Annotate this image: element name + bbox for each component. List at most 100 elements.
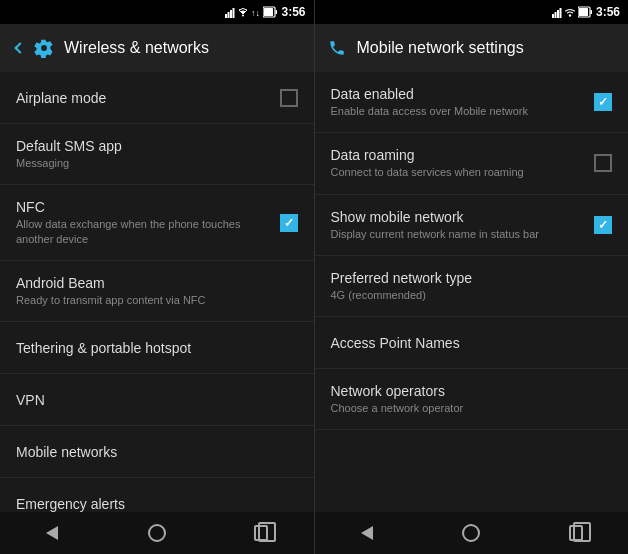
airplane-mode-checkbox[interactable] — [280, 89, 298, 107]
setting-title: Tethering & portable hotspot — [16, 340, 298, 356]
setting-title: Data roaming — [331, 147, 587, 163]
setting-title: Mobile networks — [16, 444, 298, 460]
left-status-bar: ↑↓ 3:56 — [0, 0, 314, 24]
list-item[interactable]: Network operators Choose a network opera… — [315, 369, 629, 430]
svg-rect-8 — [264, 8, 273, 16]
left-header-title: Wireless & networks — [64, 39, 209, 57]
setting-content: Tethering & portable hotspot — [16, 340, 298, 356]
list-item[interactable]: Android Beam Ready to transmit app conte… — [0, 261, 314, 322]
back-button[interactable] — [32, 518, 72, 548]
setting-subtitle: Connect to data services when roaming — [331, 165, 587, 179]
right-nav-bar — [315, 512, 629, 554]
list-item[interactable]: Emergency alerts — [0, 478, 314, 512]
svg-rect-9 — [552, 14, 554, 18]
right-status-bar: 3:56 — [315, 0, 629, 24]
left-panel: ↑↓ 3:56 Wireless & networks Airplane mod… — [0, 0, 314, 554]
svg-rect-10 — [554, 12, 556, 18]
list-item[interactable]: Preferred network type 4G (recommended) — [315, 256, 629, 317]
svg-rect-12 — [559, 8, 561, 18]
list-item[interactable]: Default SMS app Messaging — [0, 124, 314, 185]
setting-content: Show mobile network Display current netw… — [331, 209, 587, 241]
left-nav-bar — [0, 512, 314, 554]
left-header: Wireless & networks — [0, 24, 314, 72]
data-icon: ↑↓ — [251, 6, 261, 18]
battery-icon — [263, 6, 277, 18]
home-circle-icon — [148, 524, 166, 542]
list-item[interactable]: Airplane mode — [0, 72, 314, 124]
setting-title: Data enabled — [331, 86, 587, 102]
list-item[interactable]: Access Point Names — [315, 317, 629, 369]
setting-content: Android Beam Ready to transmit app conte… — [16, 275, 298, 307]
list-item[interactable]: Show mobile network Display current netw… — [315, 195, 629, 256]
setting-title: Access Point Names — [331, 335, 613, 351]
setting-subtitle: Ready to transmit app content via NFC — [16, 293, 298, 307]
setting-content: Data roaming Connect to data services wh… — [331, 147, 587, 179]
setting-title: Default SMS app — [16, 138, 298, 154]
data-enabled-checkbox[interactable] — [594, 93, 612, 111]
setting-title: Android Beam — [16, 275, 298, 291]
setting-content: Access Point Names — [331, 335, 613, 351]
show-mobile-network-checkbox[interactable] — [594, 216, 612, 234]
list-item[interactable]: Data enabled Enable data access over Mob… — [315, 72, 629, 133]
list-item[interactable]: Data roaming Connect to data services wh… — [315, 133, 629, 194]
setting-subtitle: Choose a network operator — [331, 401, 613, 415]
setting-content: Mobile networks — [16, 444, 298, 460]
setting-title: NFC — [16, 199, 272, 215]
setting-content: Network operators Choose a network opera… — [331, 383, 613, 415]
svg-rect-15 — [590, 10, 592, 14]
svg-text:↑↓: ↑↓ — [251, 8, 260, 18]
setting-subtitle: Display current network name in status b… — [331, 227, 587, 241]
list-item[interactable]: Tethering & portable hotspot — [0, 322, 314, 374]
wifi-icon-right — [564, 7, 576, 17]
left-status-icons: ↑↓ — [225, 6, 277, 18]
signal-icon — [225, 6, 235, 18]
right-recents-button[interactable] — [556, 518, 596, 548]
data-roaming-checkbox[interactable] — [594, 154, 612, 172]
phone-icon — [327, 38, 347, 58]
recents-icon — [254, 525, 268, 541]
setting-title: VPN — [16, 392, 298, 408]
back-arrow-icon — [46, 526, 58, 540]
left-time: 3:56 — [281, 5, 305, 19]
list-item[interactable]: VPN — [0, 374, 314, 426]
right-recents-icon — [569, 525, 583, 541]
setting-content: NFC Allow data exchange when the phone t… — [16, 199, 272, 246]
svg-rect-16 — [579, 8, 588, 16]
setting-content: Data enabled Enable data access over Mob… — [331, 86, 587, 118]
home-button[interactable] — [137, 518, 177, 548]
setting-content: Preferred network type 4G (recommended) — [331, 270, 613, 302]
right-back-button[interactable] — [347, 518, 387, 548]
svg-rect-1 — [228, 12, 230, 18]
battery-icon-right — [578, 6, 592, 18]
recents-button[interactable] — [241, 518, 281, 548]
list-item[interactable]: NFC Allow data exchange when the phone t… — [0, 185, 314, 261]
svg-point-13 — [569, 14, 571, 16]
left-settings-list: Airplane mode Default SMS app Messaging … — [0, 72, 314, 512]
right-home-circle-icon — [462, 524, 480, 542]
svg-rect-7 — [276, 10, 278, 14]
setting-content: Emergency alerts — [16, 496, 298, 512]
svg-rect-3 — [233, 8, 235, 18]
right-settings-list: Data enabled Enable data access over Mob… — [315, 72, 629, 512]
wifi-icon — [237, 7, 249, 17]
nfc-checkbox[interactable] — [280, 214, 298, 232]
setting-subtitle: Messaging — [16, 156, 298, 170]
gear-icon — [34, 38, 54, 58]
list-item[interactable]: Mobile networks — [0, 426, 314, 478]
svg-point-4 — [242, 15, 244, 17]
setting-content: VPN — [16, 392, 298, 408]
setting-title: Emergency alerts — [16, 496, 298, 512]
right-back-arrow-icon — [361, 526, 373, 540]
setting-subtitle: 4G (recommended) — [331, 288, 613, 302]
right-status-icons — [552, 6, 592, 18]
setting-content: Airplane mode — [16, 90, 272, 106]
right-home-button[interactable] — [451, 518, 491, 548]
setting-content: Default SMS app Messaging — [16, 138, 298, 170]
right-panel: 3:56 Mobile network settings Data enable… — [315, 0, 629, 554]
setting-title: Show mobile network — [331, 209, 587, 225]
signal-icon-right — [552, 6, 562, 18]
right-header-title: Mobile network settings — [357, 39, 524, 57]
back-chevron-icon[interactable] — [12, 44, 24, 52]
setting-title: Network operators — [331, 383, 613, 399]
setting-subtitle: Allow data exchange when the phone touch… — [16, 217, 272, 246]
